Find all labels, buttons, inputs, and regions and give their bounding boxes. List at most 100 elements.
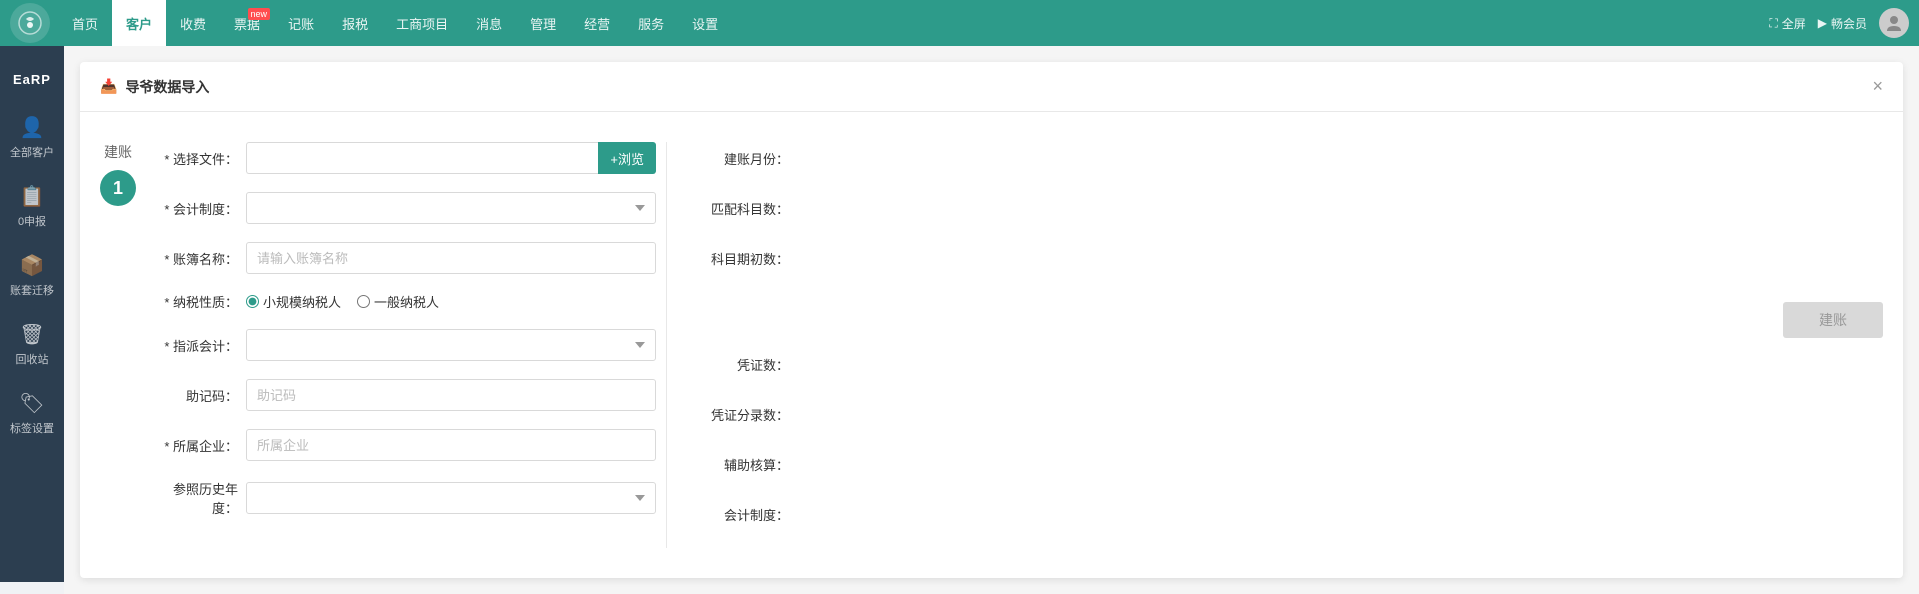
memo-label: 助记码： — [156, 386, 246, 405]
top-navigation: 首页 客户 收费 票据 new 记账 报税 工商项目 消息 管理 经营 服务 设… — [0, 0, 1919, 46]
vip-button[interactable]: ▶ 畅会员 — [1818, 15, 1867, 32]
company-row: * 所属企业： — [156, 429, 656, 461]
build-account-button[interactable]: 建账 — [1783, 302, 1883, 338]
build-month-label: 建账月份： — [707, 149, 797, 168]
accounting-system2-label: 会计制度： — [707, 505, 797, 524]
nav-item-business[interactable]: 工商项目 — [382, 0, 462, 46]
tax-option1-radio[interactable] — [246, 295, 259, 308]
vertical-divider — [666, 142, 667, 548]
accounting-system-row: * 会计制度： — [156, 192, 656, 224]
new-badge: new — [248, 8, 271, 20]
history-year-select[interactable] — [246, 482, 656, 514]
nav-item-invoice[interactable]: 票据 new — [220, 0, 274, 46]
history-year-row: 参照历史年度： — [156, 479, 656, 517]
file-input-group: +浏览 — [246, 142, 656, 174]
voucher-label: 凭证数： — [707, 355, 797, 374]
sidebar-label-tag-settings: 标签设置 — [10, 420, 54, 436]
file-label: * 选择文件： — [156, 149, 246, 168]
match-subject-row: 匹配科目数： — [707, 192, 1883, 224]
sidebar-item-all-clients[interactable]: 👤 全部客户 — [0, 103, 64, 172]
dialog-panel: 📥 导爷数据导入 × 建账 1 * 选择文件： — [80, 62, 1903, 578]
aux-accounting-label: 辅助核算： — [707, 455, 797, 474]
voucher-entry-value — [797, 398, 1883, 430]
sidebar-item-tag-settings[interactable]: 🏷 标签设置 — [0, 379, 64, 448]
sidebar-label-all-clients: 全部客户 — [10, 144, 54, 160]
dialog-title: 导爷数据导入 — [125, 77, 209, 97]
main-content: 📥 导爷数据导入 × 建账 1 * 选择文件： — [64, 46, 1919, 594]
clients-icon: 👤 — [20, 115, 45, 140]
company-input[interactable] — [246, 429, 656, 461]
fullscreen-icon: ⛶ — [1769, 16, 1777, 31]
trash-icon: 🗑 — [19, 322, 44, 347]
nav-item-operation[interactable]: 经营 — [570, 0, 624, 46]
tag-icon: 🏷 — [19, 391, 44, 416]
accounting-system2-row: 会计制度： — [707, 498, 1883, 530]
sidebar: EaRP 👤 全部客户 📋 0申报 📦 账套迁移 🗑 回收站 🏷 标签设置 — [0, 46, 64, 582]
memo-input[interactable] — [246, 379, 656, 411]
nav-item-home[interactable]: 首页 — [58, 0, 112, 46]
match-subject-value — [797, 192, 1883, 224]
file-input[interactable] — [246, 142, 598, 174]
main-wrapper: 📥 导爷数据导入 × 建账 1 * 选择文件： — [64, 46, 1919, 594]
voucher-entry-label: 凭证分录数： — [707, 405, 797, 424]
nav-item-settings[interactable]: 设置 — [678, 0, 732, 46]
accountant-select[interactable] — [246, 329, 656, 361]
company-label: * 所属企业： — [156, 436, 246, 455]
accounting-system-select[interactable] — [246, 192, 656, 224]
user-avatar[interactable] — [1879, 8, 1909, 38]
build-month-value — [797, 142, 1883, 174]
ledger-name-input[interactable] — [246, 242, 656, 274]
nav-item-manage[interactable]: 管理 — [516, 0, 570, 46]
migration-icon: 📦 — [20, 253, 45, 278]
sidebar-item-declaration[interactable]: 📋 0申报 — [0, 172, 64, 241]
step-section: 建账 1 — [100, 142, 136, 548]
declaration-icon: 📋 — [20, 184, 45, 209]
tax-option1-item[interactable]: 小规模纳税人 — [246, 292, 341, 311]
aux-accounting-value — [797, 448, 1883, 480]
fullscreen-label: 全屏 — [1782, 15, 1806, 32]
tax-type-row: * 纳税性质： 小规模纳税人 一般纳税人 — [156, 292, 656, 311]
build-btn-container: 建账 — [707, 292, 1883, 348]
accountant-row: * 指派会计： — [156, 329, 656, 361]
initial-balance-value — [797, 242, 1883, 274]
fullscreen-button[interactable]: ⛶ 全屏 — [1769, 15, 1805, 32]
history-year-label: 参照历史年度： — [156, 479, 246, 517]
aux-accounting-row: 辅助核算： — [707, 448, 1883, 480]
memo-row: 助记码： — [156, 379, 656, 411]
nav-item-service[interactable]: 服务 — [624, 0, 678, 46]
build-month-row: 建账月份： — [707, 142, 1883, 174]
tax-option2-item[interactable]: 一般纳税人 — [357, 292, 439, 311]
vip-icon: ▶ — [1818, 16, 1827, 30]
nav-menu: 首页 客户 收费 票据 new 记账 报税 工商项目 消息 管理 经营 服务 设… — [58, 0, 1769, 46]
tax-type-radio-group: 小规模纳税人 一般纳税人 — [246, 292, 439, 311]
nav-item-client[interactable]: 客户 — [112, 0, 166, 46]
sidebar-label-declaration: 0申报 — [18, 213, 46, 229]
nav-right-actions: ⛶ 全屏 ▶ 畅会员 — [1769, 8, 1909, 38]
vip-label: 畅会员 — [1831, 15, 1867, 32]
close-button[interactable]: × — [1872, 76, 1883, 97]
app-logo[interactable] — [10, 3, 50, 43]
dialog-header: 📥 导爷数据导入 × — [80, 62, 1903, 112]
voucher-entry-row: 凭证分录数： — [707, 398, 1883, 430]
nav-item-tax[interactable]: 报税 — [328, 0, 382, 46]
dialog-title-icon: 📥 — [100, 78, 117, 95]
tax-option1-label: 小规模纳税人 — [263, 292, 341, 311]
step-circle: 1 — [100, 170, 136, 206]
tax-option2-radio[interactable] — [357, 295, 370, 308]
nav-item-billing[interactable]: 收费 — [166, 0, 220, 46]
match-subject-label: 匹配科目数： — [707, 199, 797, 218]
nav-item-ledger[interactable]: 记账 — [274, 0, 328, 46]
nav-item-message[interactable]: 消息 — [462, 0, 516, 46]
voucher-row: 凭证数： — [707, 348, 1883, 380]
initial-balance-row: 科目期初数： — [707, 242, 1883, 274]
dialog-title-area: 📥 导爷数据导入 — [100, 77, 209, 97]
initial-balance-label: 科目期初数： — [707, 249, 797, 268]
info-section: 建账月份： 匹配科目数： 科目期初数： 建账 — [677, 142, 1883, 548]
voucher-value — [797, 348, 1883, 380]
file-select-row: * 选择文件： +浏览 — [156, 142, 656, 174]
browse-button[interactable]: +浏览 — [598, 142, 656, 174]
sidebar-item-migration[interactable]: 📦 账套迁移 — [0, 241, 64, 310]
sidebar-logo: EaRP — [0, 56, 64, 103]
sidebar-item-trash[interactable]: 🗑 回收站 — [0, 310, 64, 379]
tax-option2-label: 一般纳税人 — [374, 292, 439, 311]
